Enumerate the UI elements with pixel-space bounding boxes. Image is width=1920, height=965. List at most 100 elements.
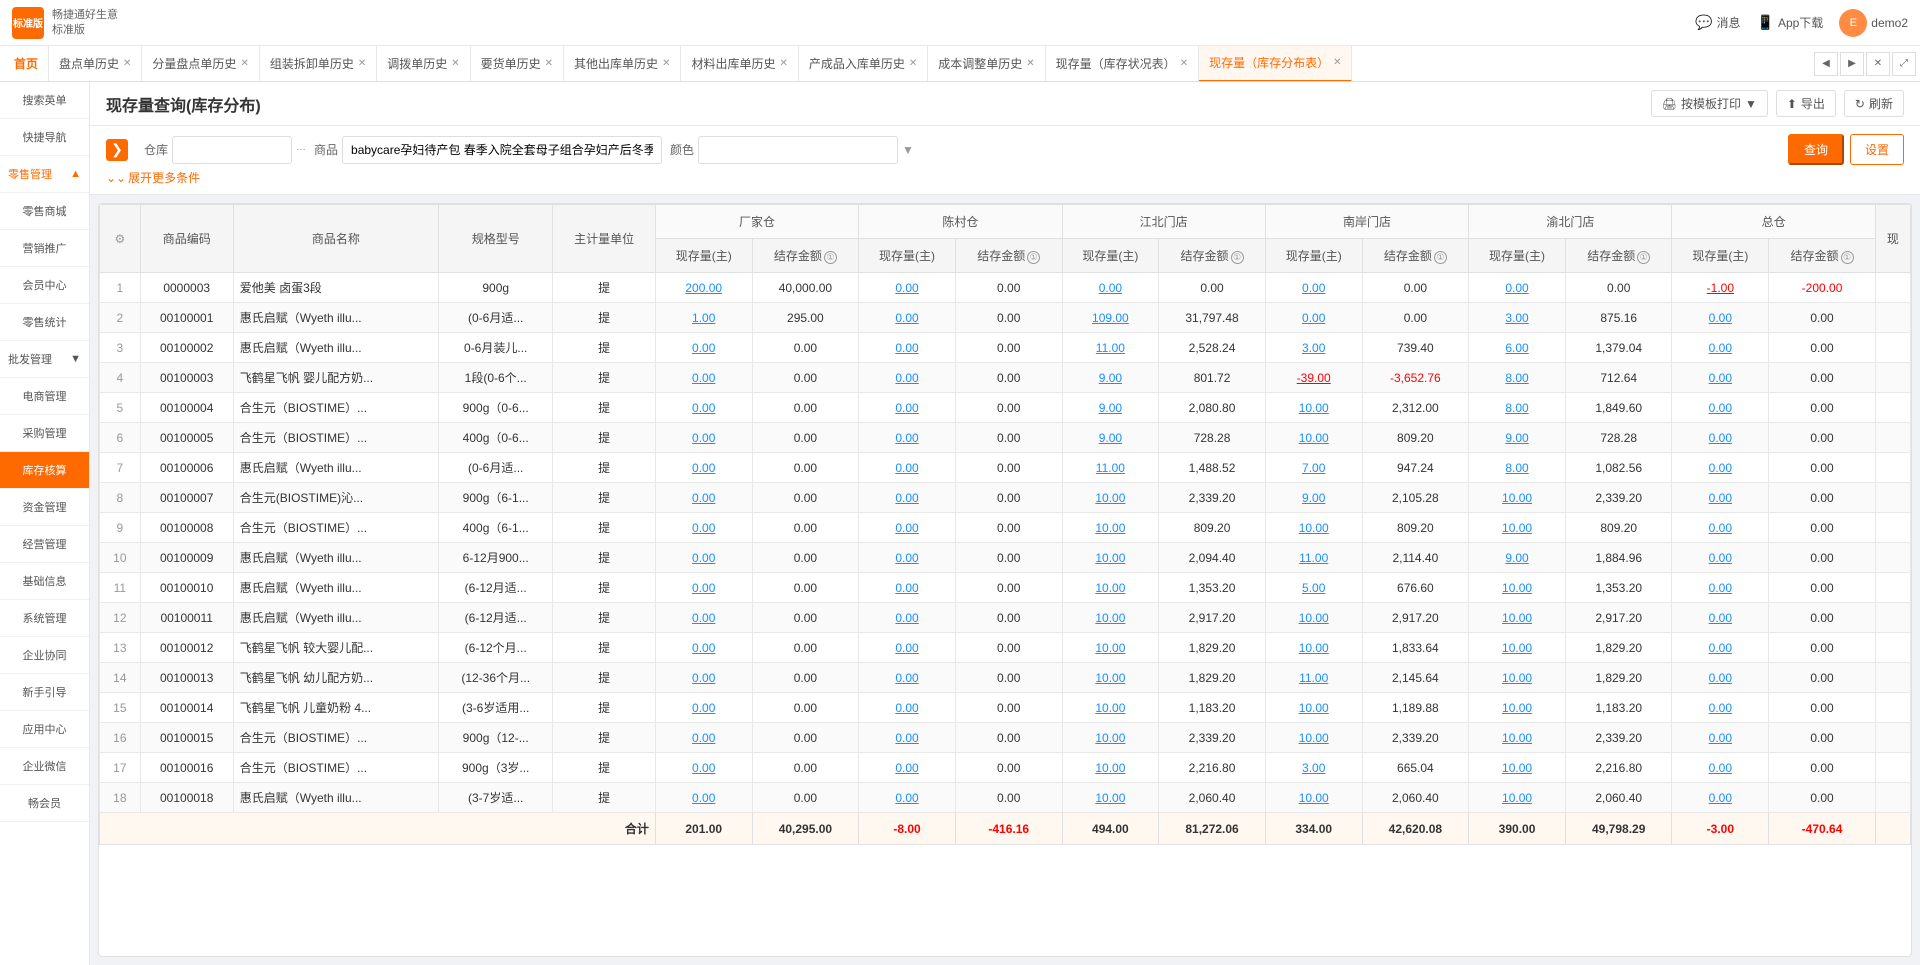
sidebar-item-ecommerce[interactable]: 电商管理 — [0, 378, 89, 415]
zc-qty[interactable]: 0.00 — [1672, 693, 1769, 723]
sidebar-item-member2[interactable]: 畅会员 — [0, 785, 89, 822]
cy-qty[interactable]: 0.00 — [655, 783, 752, 813]
cc-qty[interactable]: 0.00 — [859, 393, 956, 423]
yb-qty[interactable]: 10.00 — [1469, 513, 1566, 543]
cy-qty[interactable]: 0.00 — [655, 753, 752, 783]
info-icon[interactable]: ① — [1637, 251, 1650, 264]
yb-qty[interactable]: 10.00 — [1469, 723, 1566, 753]
jb-qty[interactable]: 10.00 — [1062, 783, 1159, 813]
cc-qty[interactable]: 0.00 — [859, 753, 956, 783]
na-qty[interactable]: 5.00 — [1265, 573, 1362, 603]
tab-stock-status[interactable]: 现存量（库存状况表） ✕ — [1046, 46, 1199, 82]
close-icon[interactable]: ✕ — [662, 58, 670, 69]
product-input[interactable] — [342, 136, 662, 164]
zc-qty[interactable]: 0.00 — [1672, 573, 1769, 603]
jb-qty[interactable]: 10.00 — [1062, 513, 1159, 543]
info-icon[interactable]: ① — [824, 251, 837, 264]
zc-qty[interactable]: 0.00 — [1672, 453, 1769, 483]
cc-qty[interactable]: 0.00 — [859, 273, 956, 303]
tab-home[interactable]: 首页 — [4, 46, 49, 82]
na-qty[interactable]: 0.00 — [1265, 273, 1362, 303]
print-btn[interactable]: 🖨 按模板打印 ▼ — [1651, 90, 1768, 117]
cc-qty[interactable]: 0.00 — [859, 573, 956, 603]
cy-qty[interactable]: 0.00 — [655, 723, 752, 753]
sidebar-item-search[interactable]: 搜索英单 — [0, 82, 89, 119]
na-qty[interactable]: 10.00 — [1265, 693, 1362, 723]
warehouse-more[interactable]: ··· — [296, 144, 306, 155]
zc-qty[interactable]: 0.00 — [1672, 783, 1769, 813]
na-qty[interactable]: 10.00 — [1265, 723, 1362, 753]
yb-qty[interactable]: 9.00 — [1469, 543, 1566, 573]
sidebar-item-retail-mall[interactable]: 零售商城 — [0, 193, 89, 230]
cy-qty[interactable]: 0.00 — [655, 633, 752, 663]
jb-qty[interactable]: 10.00 — [1062, 753, 1159, 783]
na-qty[interactable]: 10.00 — [1265, 393, 1362, 423]
expand-more-btn[interactable]: ⌄⌄ 展开更多条件 — [106, 169, 1904, 186]
zc-qty[interactable]: 0.00 — [1672, 303, 1769, 333]
cy-qty[interactable]: 0.00 — [655, 423, 752, 453]
warehouse-input[interactable] — [172, 136, 292, 164]
close-icon[interactable]: ✕ — [545, 58, 553, 69]
na-qty[interactable]: 10.00 — [1265, 513, 1362, 543]
nav-next-btn[interactable]: ▶ — [1840, 52, 1864, 76]
info-icon[interactable]: ① — [1841, 251, 1854, 264]
cc-qty[interactable]: 0.00 — [859, 453, 956, 483]
app-download-btn[interactable]: 📱 App下载 — [1757, 14, 1824, 31]
sidebar-item-shortcuts[interactable]: 快捷导航 — [0, 119, 89, 156]
cc-qty[interactable]: 0.00 — [859, 333, 956, 363]
close-icon[interactable]: ✕ — [240, 58, 248, 69]
na-qty[interactable]: 10.00 — [1265, 423, 1362, 453]
tab-stock-distribution[interactable]: 现存量（库存分布表） ✕ — [1199, 46, 1352, 82]
tab-cost-adjust[interactable]: 成本调整单历史 ✕ — [928, 46, 1045, 82]
jb-qty[interactable]: 10.00 — [1062, 723, 1159, 753]
na-qty[interactable]: 0.00 — [1265, 303, 1362, 333]
zc-qty[interactable]: -1.00 — [1672, 273, 1769, 303]
jb-qty[interactable]: 109.00 — [1062, 303, 1159, 333]
sidebar-item-members[interactable]: 会员中心 — [0, 267, 89, 304]
zc-qty[interactable]: 0.00 — [1672, 483, 1769, 513]
cc-qty[interactable]: 0.00 — [859, 423, 956, 453]
cc-qty[interactable]: 0.00 — [859, 543, 956, 573]
jb-qty[interactable]: 9.00 — [1062, 423, 1159, 453]
cc-qty[interactable]: 0.00 — [859, 663, 956, 693]
yb-qty[interactable]: 0.00 — [1469, 273, 1566, 303]
cc-qty[interactable]: 0.00 — [859, 513, 956, 543]
zc-qty[interactable]: 0.00 — [1672, 633, 1769, 663]
jb-qty[interactable]: 9.00 — [1062, 363, 1159, 393]
jb-qty[interactable]: 11.00 — [1062, 453, 1159, 483]
cy-qty[interactable]: 0.00 — [655, 573, 752, 603]
cc-qty[interactable]: 0.00 — [859, 603, 956, 633]
close-icon[interactable]: ✕ — [123, 58, 131, 69]
sidebar-item-wholesale[interactable]: 批发管理▼ — [0, 341, 89, 378]
jb-qty[interactable]: 10.00 — [1062, 483, 1159, 513]
info-icon[interactable]: ① — [1231, 251, 1244, 264]
zc-qty[interactable]: 0.00 — [1672, 723, 1769, 753]
yb-qty[interactable]: 10.00 — [1469, 573, 1566, 603]
yb-qty[interactable]: 10.00 — [1469, 603, 1566, 633]
tab-assembly-history[interactable]: 组装拆卸单历史 ✕ — [260, 46, 377, 82]
cc-qty[interactable]: 0.00 — [859, 723, 956, 753]
nav-close-btn[interactable]: ✕ — [1866, 52, 1890, 76]
close-icon[interactable]: ✕ — [1026, 58, 1034, 69]
cy-qty[interactable]: 0.00 — [655, 663, 752, 693]
sidebar-item-collab[interactable]: 企业协同 — [0, 637, 89, 674]
jb-qty[interactable]: 11.00 — [1062, 333, 1159, 363]
cc-qty[interactable]: 0.00 — [859, 363, 956, 393]
cy-qty[interactable]: 0.00 — [655, 483, 752, 513]
sidebar-item-retail-stats[interactable]: 零售统计 — [0, 304, 89, 341]
na-qty[interactable]: 10.00 — [1265, 603, 1362, 633]
sidebar-item-marketing[interactable]: 营销推广 — [0, 230, 89, 267]
yb-qty[interactable]: 10.00 — [1469, 783, 1566, 813]
na-qty[interactable]: 9.00 — [1265, 483, 1362, 513]
jb-qty[interactable]: 9.00 — [1062, 393, 1159, 423]
tab-product-inbound[interactable]: 产成品入库单历史 ✕ — [799, 46, 928, 82]
close-icon[interactable]: ✕ — [909, 58, 917, 69]
na-qty[interactable]: 3.00 — [1265, 333, 1362, 363]
cy-qty[interactable]: 0.00 — [655, 543, 752, 573]
query-btn[interactable]: 查询 — [1788, 134, 1844, 165]
info-icon[interactable]: ① — [1027, 251, 1040, 264]
cy-qty[interactable]: 0.00 — [655, 333, 752, 363]
na-qty[interactable]: 11.00 — [1265, 543, 1362, 573]
sidebar-item-system[interactable]: 系统管理 — [0, 600, 89, 637]
message-btn[interactable]: 💬 消息 — [1695, 14, 1740, 31]
